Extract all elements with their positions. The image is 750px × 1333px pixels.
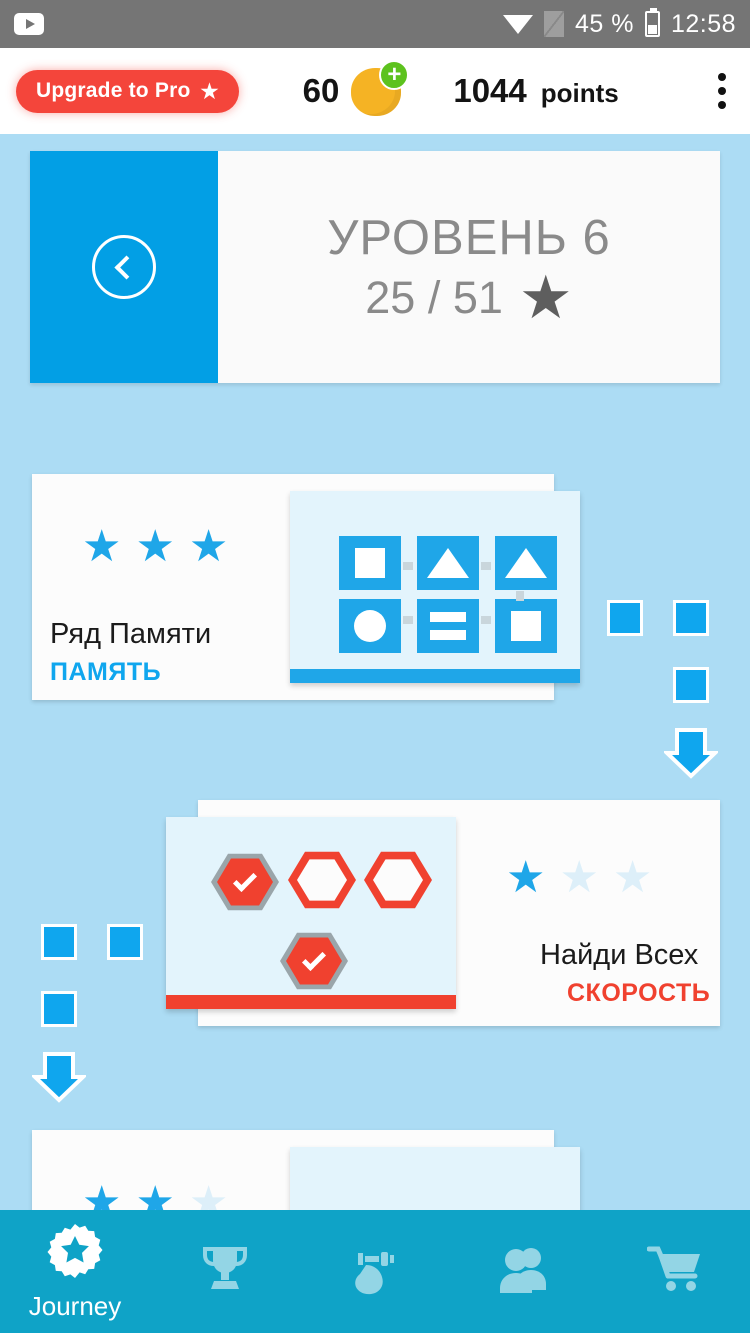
- signal-off-icon: [543, 11, 564, 37]
- coins-count: 60: [302, 72, 340, 109]
- coin-add-badge[interactable]: +: [379, 60, 410, 90]
- chevron-left-circle-icon: [92, 235, 156, 299]
- app-header: Upgrade to Pro ★ 60 + 1044 points: [0, 48, 750, 134]
- upgrade-to-pro-label: Upgrade to Pro: [36, 79, 191, 102]
- star-filled-icon: ★: [188, 522, 229, 571]
- game-card-memory-category: ПАМЯТЬ: [50, 658, 162, 686]
- hexagon-outline-icon: [364, 851, 432, 909]
- path-arrow-down-icon: [32, 1050, 86, 1104]
- nav-item-friends[interactable]: [450, 1210, 600, 1333]
- path-node: [673, 667, 709, 703]
- memory-cell-circle: [339, 599, 401, 653]
- coin-icon[interactable]: +: [351, 60, 410, 118]
- nav-item-journey-label: Journey: [28, 1290, 122, 1321]
- people-icon: [498, 1243, 552, 1300]
- level-header-card: УРОВЕНЬ 6 25 / 51 ★: [30, 151, 720, 383]
- memory-cell-triangle: [495, 536, 557, 590]
- trophy-icon: [199, 1243, 251, 1300]
- arrow-connector-icon: [516, 591, 524, 601]
- hexagon-group: [166, 817, 456, 1009]
- arrow-connector-icon: [481, 616, 491, 624]
- level-title: УРОВЕНЬ 6: [327, 211, 611, 265]
- game-card-memory-title: Ряд Памяти: [50, 618, 212, 650]
- star-empty-icon: ★: [612, 853, 653, 902]
- arrow-connector-icon: [403, 562, 413, 570]
- memory-cell-square: [495, 599, 557, 653]
- star-filled-icon: ★: [82, 522, 122, 571]
- status-bar-left: [14, 13, 503, 35]
- points-label: points: [540, 78, 619, 108]
- shopping-cart-icon: [646, 1243, 703, 1300]
- coins-display[interactable]: 60 +: [302, 60, 410, 118]
- status-bar-right: 45 % 12:58: [502, 8, 736, 39]
- game-card-speed-category: СКОРОСТЬ: [567, 979, 711, 1007]
- game-card-speed-stars: ★ ★ ★: [506, 856, 652, 900]
- muscle-dumbbell-icon: [348, 1243, 402, 1300]
- kebab-menu-icon[interactable]: [708, 67, 736, 115]
- path-arrow-down-icon: [664, 726, 718, 780]
- journey-badge-star-icon: [46, 1222, 104, 1285]
- path-node: [607, 600, 643, 636]
- nav-item-trophy[interactable]: [150, 1210, 300, 1333]
- wifi-icon: [502, 13, 533, 35]
- game-card-memory-thumbnail[interactable]: [290, 491, 580, 683]
- youtube-icon: [14, 13, 44, 35]
- hexagon-outline-icon: [288, 851, 356, 909]
- level-progress-value: 25 / 51: [365, 272, 503, 323]
- game-card-speed-accent-bar: [166, 995, 456, 1009]
- star-filled-icon: ★: [506, 853, 546, 902]
- battery-percent-label: 45 %: [574, 9, 634, 38]
- star-icon: ★: [200, 80, 219, 103]
- back-button[interactable]: [30, 151, 218, 383]
- game-card-speed-title: Найди Всех: [540, 939, 699, 971]
- memory-cell-triangle: [417, 536, 479, 590]
- nav-item-shop[interactable]: [600, 1210, 750, 1333]
- level-progress: 25 / 51 ★: [365, 264, 573, 331]
- battery-icon: [644, 8, 660, 37]
- game-card-memory-stars: ★ ★ ★: [82, 525, 228, 569]
- star-empty-icon: ★: [559, 853, 599, 902]
- star-filled-icon: ★: [135, 522, 175, 571]
- path-node: [673, 600, 709, 636]
- arrow-connector-icon: [403, 616, 413, 624]
- hexagon-checked-icon: [211, 853, 279, 911]
- star-icon: ★: [518, 264, 573, 331]
- memory-shape-grid: [339, 536, 557, 653]
- upgrade-to-pro-button[interactable]: Upgrade to Pro ★: [16, 69, 239, 113]
- points-display: 1044 points: [453, 72, 618, 110]
- points-value: 1044: [453, 72, 527, 109]
- game-card-memory-accent-bar: [290, 669, 580, 683]
- level-info: УРОВЕНЬ 6 25 / 51 ★: [218, 151, 720, 383]
- path-node: [41, 924, 77, 960]
- nav-item-journey[interactable]: Journey: [0, 1210, 150, 1333]
- hexagon-checked-icon: [280, 932, 348, 990]
- bottom-navigation-bar: Journey: [0, 1210, 750, 1333]
- nav-item-training[interactable]: [300, 1210, 450, 1333]
- journey-scroll-area[interactable]: УРОВЕНЬ 6 25 / 51 ★ ★ ★ ★ Ряд Памяти ПАМ…: [0, 134, 750, 1333]
- memory-cell-square: [339, 536, 401, 590]
- path-node: [107, 924, 143, 960]
- path-node: [41, 991, 77, 1027]
- memory-cell-bars: [417, 599, 479, 653]
- clock-label: 12:58: [670, 9, 736, 38]
- status-bar: 45 % 12:58: [0, 0, 750, 48]
- game-card-speed-thumbnail[interactable]: [166, 817, 456, 1009]
- arrow-connector-icon: [481, 562, 491, 570]
